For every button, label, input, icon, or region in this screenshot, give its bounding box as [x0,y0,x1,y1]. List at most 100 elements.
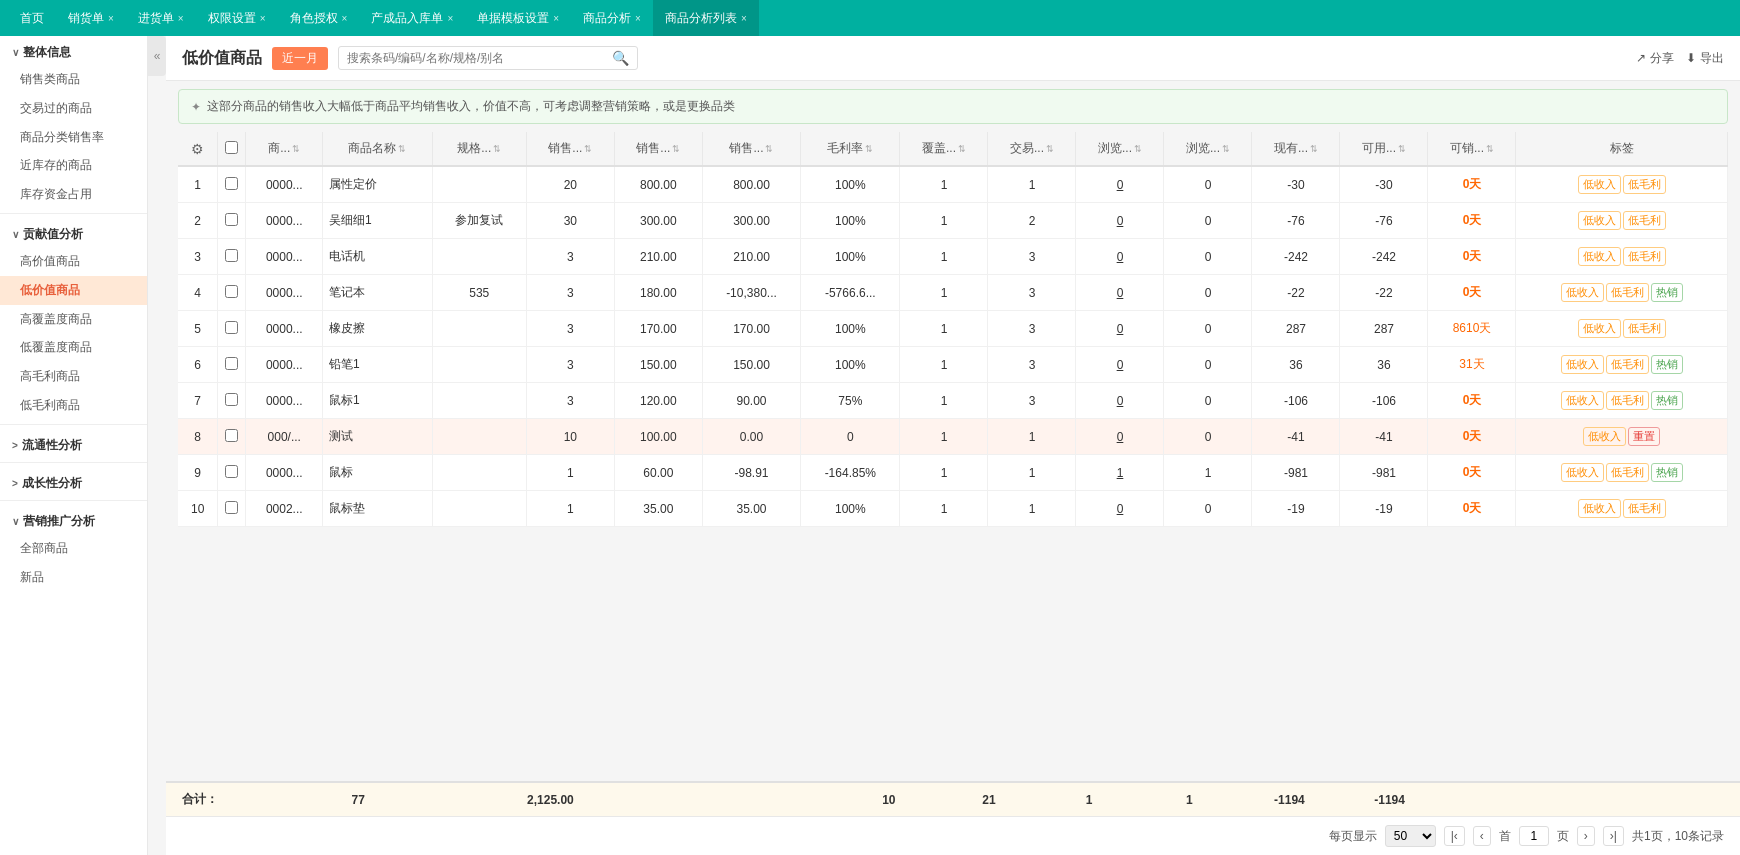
browse-count1[interactable]: 0 [1076,419,1164,455]
sidebar-item-sales-products[interactable]: 销售类商品 [0,65,147,94]
stock-column-header[interactable]: 现有...⇅ [1252,132,1340,166]
sidebar-item-traded-products[interactable]: 交易过的商品 [0,94,147,123]
nav-purchase-order[interactable]: 进货单 × [126,0,196,36]
prev-page-button[interactable]: ‹ [1473,826,1491,846]
last-page-button[interactable]: ›| [1603,826,1624,846]
sidebar-group-growth[interactable]: > 成长性分析 [0,467,147,496]
sidebar-item-high-value[interactable]: 高价值商品 [0,247,147,276]
browse-link[interactable]: 0 [1117,250,1124,264]
nav-template-setting[interactable]: 单据模板设置 × [465,0,571,36]
share-button[interactable]: ↗ 分享 [1636,50,1674,67]
browse2-column-header[interactable]: 浏览...⇅ [1164,132,1252,166]
browse-link[interactable]: 0 [1117,178,1124,192]
nav-home[interactable]: 首页 [8,0,56,36]
code-column-header[interactable]: 商...⇅ [246,132,323,166]
trade-column-header[interactable]: 交易...⇅ [988,132,1076,166]
sidebar-item-low-margin[interactable]: 低毛利商品 [0,391,147,420]
sale2-column-header[interactable]: 销售...⇅ [702,132,800,166]
browse1-column-header[interactable]: 浏览...⇅ [1076,132,1164,166]
browse-count1[interactable]: 0 [1076,275,1164,311]
browse-count1[interactable]: 0 [1076,347,1164,383]
sidebar-item-high-margin[interactable]: 高毛利商品 [0,362,147,391]
search-input[interactable] [347,51,612,65]
time-filter-button[interactable]: 近一月 [272,47,328,70]
row-checkbox[interactable] [218,203,246,239]
saleable-column-header[interactable]: 可销...⇅ [1428,132,1516,166]
select-all-checkbox[interactable] [225,141,238,154]
sidebar-item-new-products[interactable]: 新品 [0,563,147,592]
row-checkbox[interactable] [218,275,246,311]
sidebar-group-overall[interactable]: ∨ 整体信息 [0,36,147,65]
name-column-header[interactable]: 商品名称⇅ [323,132,433,166]
browse-link[interactable]: 0 [1117,358,1124,372]
sale1-column-header[interactable]: 销售...⇅ [614,132,702,166]
browse-count1[interactable]: 0 [1076,491,1164,527]
sidebar-item-category-sales-rate[interactable]: 商品分类销售率 [0,123,147,152]
browse-count1[interactable]: 0 [1076,203,1164,239]
browse-link[interactable]: 0 [1117,286,1124,300]
browse-count1[interactable]: 0 [1076,311,1164,347]
browse-link[interactable]: 0 [1117,394,1124,408]
nav-product-inbound[interactable]: 产成品入库单 × [359,0,465,36]
row-checkbox[interactable] [218,383,246,419]
row-select-checkbox[interactable] [225,177,238,190]
row-checkbox[interactable] [218,455,246,491]
browse-link[interactable]: 0 [1117,502,1124,516]
row-checkbox[interactable] [218,491,246,527]
row-checkbox[interactable] [218,347,246,383]
browse-link[interactable]: 1 [1117,466,1124,480]
cover-column-header[interactable]: 覆盖...⇅ [900,132,988,166]
settings-column-header[interactable]: ⚙ [178,132,218,166]
sidebar-item-high-coverage[interactable]: 高覆盖度商品 [0,305,147,334]
sidebar-item-low-stock[interactable]: 近库存的商品 [0,151,147,180]
sidebar-group-marketing[interactable]: ∨ 营销推广分析 [0,505,147,534]
browse-count1[interactable]: 1 [1076,455,1164,491]
row-checkbox[interactable] [218,311,246,347]
row-select-checkbox[interactable] [225,321,238,334]
sidebar-group-circulation[interactable]: > 流通性分析 [0,429,147,458]
nav-role-auth[interactable]: 角色授权 × [278,0,360,36]
avail-column-header[interactable]: 可用...⇅ [1340,132,1428,166]
browse-link[interactable]: 0 [1117,430,1124,444]
row-checkbox[interactable] [218,419,246,455]
sidebar-collapse-button[interactable]: « [148,36,166,76]
sidebar-item-low-coverage[interactable]: 低覆盖度商品 [0,333,147,362]
browse-count1[interactable]: 0 [1076,383,1164,419]
row-checkbox[interactable] [218,239,246,275]
close-icon[interactable]: × [635,13,641,24]
browse-link[interactable]: 0 [1117,214,1124,228]
gross-rate-column-header[interactable]: 毛利率⇅ [801,132,900,166]
search-icon[interactable]: 🔍 [612,50,629,66]
sidebar-group-contribution[interactable]: ∨ 贡献值分析 [0,218,147,247]
close-icon[interactable]: × [342,13,348,24]
close-icon[interactable]: × [741,13,747,24]
close-icon[interactable]: × [447,13,453,24]
sidebar-item-low-value[interactable]: 低价值商品 [0,276,147,305]
row-select-checkbox[interactable] [225,465,238,478]
export-button[interactable]: ⬇ 导出 [1686,50,1724,67]
row-select-checkbox[interactable] [225,213,238,226]
row-checkbox[interactable] [218,166,246,203]
sidebar-item-stock-capital[interactable]: 库存资金占用 [0,180,147,209]
close-icon[interactable]: × [178,13,184,24]
checkbox-column-header[interactable] [218,132,246,166]
row-select-checkbox[interactable] [225,357,238,370]
browse-link[interactable]: 0 [1117,322,1124,336]
nav-permission[interactable]: 权限设置 × [196,0,278,36]
nav-product-analysis[interactable]: 商品分析 × [571,0,653,36]
browse-count1[interactable]: 0 [1076,239,1164,275]
browse-count1[interactable]: 0 [1076,166,1164,203]
row-select-checkbox[interactable] [225,249,238,262]
close-icon[interactable]: × [260,13,266,24]
next-page-button[interactable]: › [1577,826,1595,846]
row-select-checkbox[interactable] [225,429,238,442]
qty-column-header[interactable]: 销售...⇅ [526,132,614,166]
nav-product-analysis-list[interactable]: 商品分析列表 × [653,0,759,36]
close-icon[interactable]: × [108,13,114,24]
row-select-checkbox[interactable] [225,501,238,514]
sidebar-item-all-products[interactable]: 全部商品 [0,534,147,563]
page-size-select[interactable]: 50 100 200 [1385,825,1436,847]
spec-column-header[interactable]: 规格...⇅ [432,132,526,166]
settings-icon[interactable]: ⚙ [191,141,204,157]
close-icon[interactable]: × [553,13,559,24]
